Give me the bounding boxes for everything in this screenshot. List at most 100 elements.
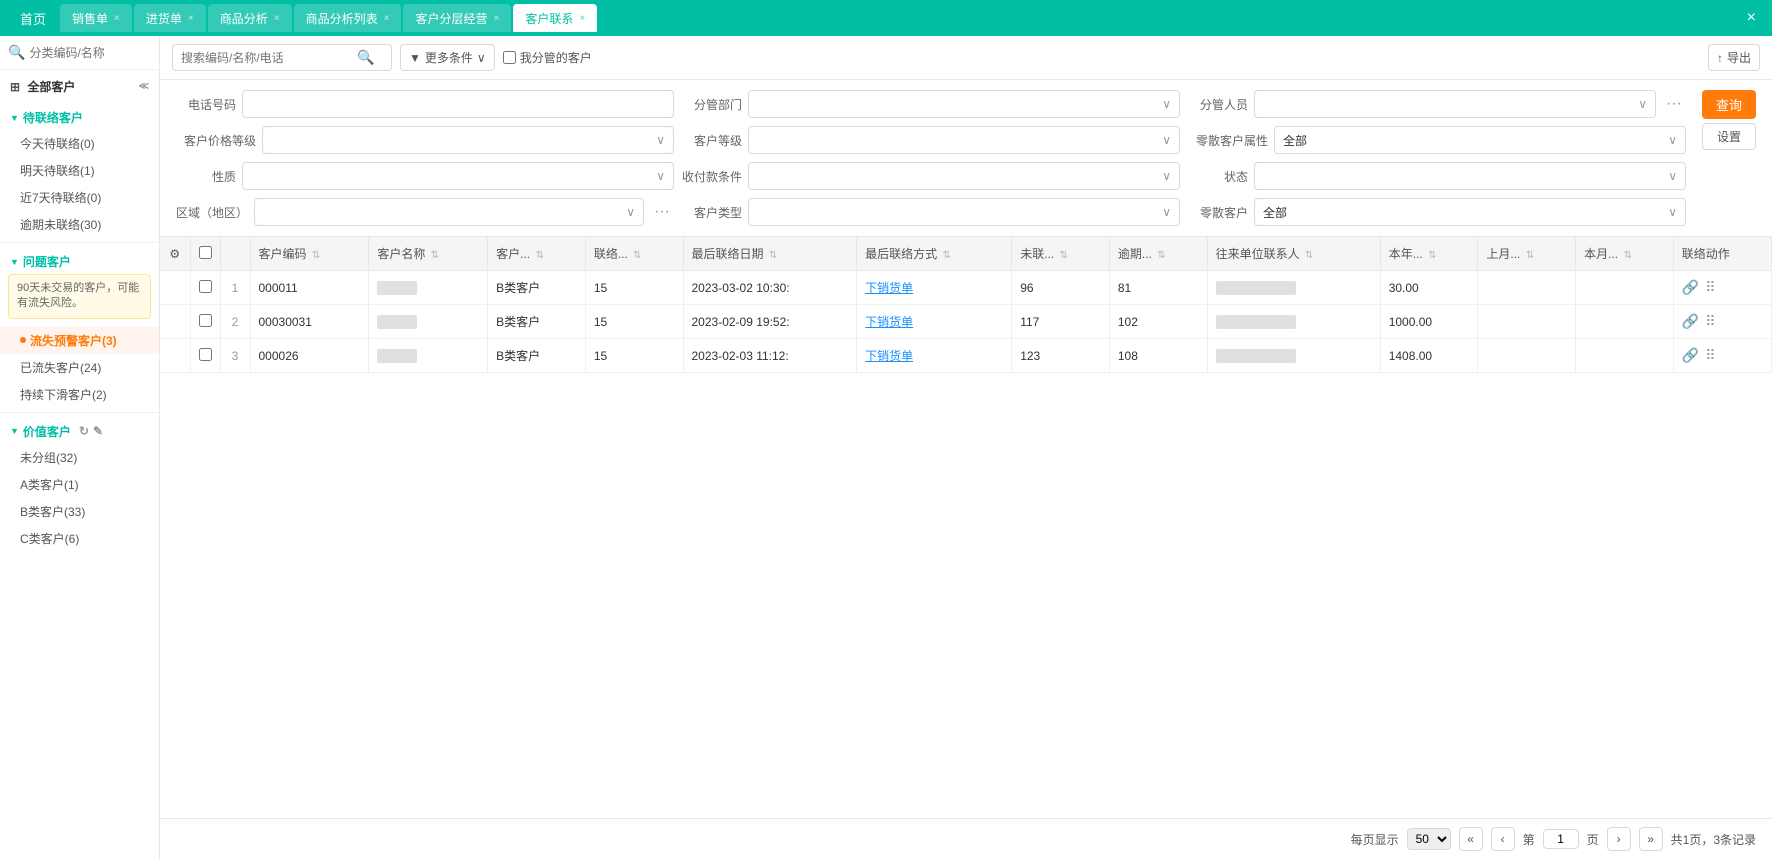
prev-page-button[interactable]: ‹ — [1491, 827, 1515, 851]
last-contact-link-0[interactable]: 下销货单 — [865, 281, 913, 295]
action-link-icon-2[interactable]: 🔗 — [1682, 347, 1699, 364]
sort-this-year-icon[interactable]: ⇅ — [1428, 250, 1436, 261]
sidebar-search-input[interactable] — [29, 46, 160, 60]
sidebar-item-class-b[interactable]: B类客户(33) — [0, 498, 159, 525]
sidebar-item-ungroup[interactable]: 未分组(32) — [0, 444, 159, 471]
row-checkbox-1[interactable] — [199, 314, 212, 327]
action-link-icon-0[interactable]: 🔗 — [1682, 279, 1699, 296]
close-icon-3[interactable]: × — [384, 13, 390, 24]
td-last-contact-way-1[interactable]: 下销货单 — [857, 305, 1012, 339]
sort-contact-icon[interactable]: ⇅ — [633, 250, 641, 261]
sidebar-item-overdue[interactable]: 逾期未联络(30) — [0, 211, 159, 238]
sidebar-item-today[interactable]: 今天待联络(0) — [0, 130, 159, 157]
close-icon-5[interactable]: × — [579, 13, 585, 24]
filter-more-manager[interactable]: ··· — [1662, 95, 1686, 113]
close-icon-1[interactable]: × — [188, 13, 194, 24]
sort-uncontacted-icon[interactable]: ⇅ — [1060, 250, 1068, 261]
edit-icon-value[interactable]: ✎ — [93, 424, 103, 438]
filter-more-region[interactable]: ··· — [650, 203, 674, 221]
last-contact-link-1[interactable]: 下销货单 — [865, 315, 913, 329]
td-last-contact-way-2[interactable]: 下销货单 — [857, 339, 1012, 373]
window-close-button[interactable]: × — [1739, 9, 1764, 27]
th-last-contact-date[interactable]: 最后联络日期 ⇅ — [683, 237, 857, 271]
table-settings-icon[interactable]: ⚙ — [169, 247, 180, 261]
row-checkbox-0[interactable] — [199, 280, 212, 293]
filter-select-dept[interactable]: ∨ — [748, 90, 1180, 118]
filter-select-region[interactable]: ∨ — [254, 198, 644, 226]
search-input[interactable] — [181, 51, 351, 65]
my-customers-checkbox-wrap[interactable]: 我分管的客户 — [503, 49, 592, 66]
th-this-month[interactable]: 本月... ⇅ — [1576, 237, 1674, 271]
sort-this-month-icon[interactable]: ⇅ — [1623, 250, 1631, 261]
sidebar-item-churned[interactable]: 已流失客户(24) — [0, 354, 159, 381]
sort-last-contact-way-icon[interactable]: ⇅ — [943, 250, 951, 261]
nav-tab-0[interactable]: 销售单 × — [60, 4, 132, 32]
sidebar-item-churn-warning[interactable]: 流失预警客户(3) — [0, 327, 159, 354]
nav-tab-5[interactable]: 客户联系 × — [513, 4, 597, 32]
filter-select-payment[interactable]: ∨ — [748, 162, 1180, 190]
sidebar-item-declining[interactable]: 持续下滑客户(2) — [0, 381, 159, 408]
per-page-select[interactable]: 50 — [1407, 828, 1451, 850]
nav-home[interactable]: 首页 — [8, 0, 58, 36]
nav-tab-4[interactable]: 客户分层经营 × — [403, 4, 511, 32]
close-icon-0[interactable]: × — [114, 13, 120, 24]
query-button[interactable]: 查询 — [1702, 90, 1756, 119]
next-page-button[interactable]: › — [1607, 827, 1631, 851]
th-type[interactable]: 客户... ⇅ — [488, 237, 586, 271]
row-checkbox-2[interactable] — [199, 348, 212, 361]
refresh-icon-value[interactable]: ↻ — [79, 424, 89, 438]
close-icon-4[interactable]: × — [493, 13, 499, 24]
first-page-button[interactable]: « — [1459, 827, 1483, 851]
th-contact[interactable]: 联络... ⇅ — [585, 237, 683, 271]
sort-person-icon[interactable]: ⇅ — [1305, 250, 1313, 261]
th-uncontacted[interactable]: 未联... ⇅ — [1012, 237, 1110, 271]
th-last-month[interactable]: 上月... ⇅ — [1478, 237, 1576, 271]
sort-name-icon[interactable]: ⇅ — [431, 250, 439, 261]
settings-button[interactable]: 设置 — [1702, 123, 1756, 150]
export-button[interactable]: ↑ 导出 — [1708, 44, 1760, 71]
sort-last-month-icon[interactable]: ⇅ — [1526, 250, 1534, 261]
filter-select-cust-type[interactable]: ∨ — [748, 198, 1180, 226]
filter-select-status[interactable]: ∨ — [1254, 162, 1686, 190]
sidebar-group-waiting[interactable]: ▼ 待联络客户 — [0, 103, 159, 130]
sidebar-group-problem[interactable]: ▼ 问题客户 — [0, 247, 159, 274]
nav-tab-3[interactable]: 商品分析列表 × — [294, 4, 402, 32]
sidebar-item-class-c[interactable]: C类客户(6) — [0, 525, 159, 552]
sort-code-icon[interactable]: ⇅ — [312, 250, 320, 261]
nav-tab-1[interactable]: 进货单 × — [134, 4, 206, 32]
filter-select-retail-cust[interactable]: 全部 ∨ — [1254, 198, 1686, 226]
action-menu-icon-0[interactable]: ⠿ — [1705, 279, 1715, 296]
page-number-input[interactable] — [1543, 829, 1579, 849]
td-last-contact-way-0[interactable]: 下销货单 — [857, 271, 1012, 305]
search-submit-icon[interactable]: 🔍 — [357, 49, 374, 66]
th-name[interactable]: 客户名称 ⇅ — [369, 237, 488, 271]
select-all-checkbox[interactable] — [199, 246, 212, 259]
filter-select-manager[interactable]: ∨ — [1254, 90, 1656, 118]
th-this-year[interactable]: 本年... ⇅ — [1380, 237, 1478, 271]
sidebar-item-class-a[interactable]: A类客户(1) — [0, 471, 159, 498]
sidebar-item-tomorrow[interactable]: 明天待联络(1) — [0, 157, 159, 184]
last-contact-link-2[interactable]: 下销货单 — [865, 349, 913, 363]
th-overdue[interactable]: 逾期... ⇅ — [1109, 237, 1207, 271]
sort-type-icon[interactable]: ⇅ — [535, 250, 543, 261]
sort-overdue-icon[interactable]: ⇅ — [1157, 250, 1165, 261]
my-customers-checkbox[interactable] — [503, 51, 516, 64]
sidebar-root-item[interactable]: ⊞ 全部客户 ≪ — [0, 70, 159, 103]
sidebar-collapse-icon[interactable]: ≪ — [139, 81, 149, 92]
last-page-button[interactable]: » — [1639, 827, 1663, 851]
th-last-contact-way[interactable]: 最后联络方式 ⇅ — [857, 237, 1012, 271]
filter-select-cust-level[interactable]: ∨ — [748, 126, 1180, 154]
nav-tab-2[interactable]: 商品分析 × — [208, 4, 292, 32]
filter-select-nature[interactable]: ∨ — [242, 162, 674, 190]
filter-select-retail-attr[interactable]: 全部 ∨ — [1274, 126, 1686, 154]
th-code[interactable]: 客户编码 ⇅ — [250, 237, 369, 271]
th-person[interactable]: 往来单位联系人 ⇅ — [1207, 237, 1380, 271]
filter-select-price-level[interactable]: ∨ — [262, 126, 674, 154]
close-icon-2[interactable]: × — [274, 13, 280, 24]
th-settings[interactable]: ⚙ — [160, 237, 190, 271]
action-menu-icon-1[interactable]: ⠿ — [1705, 313, 1715, 330]
action-menu-icon-2[interactable]: ⠿ — [1705, 347, 1715, 364]
sidebar-group-value[interactable]: ▼ 价值客户 ↻ ✎ — [0, 417, 159, 444]
filter-input-phone[interactable] — [242, 90, 674, 118]
more-filter-button[interactable]: ▼ 更多条件 ∨ — [400, 44, 495, 71]
